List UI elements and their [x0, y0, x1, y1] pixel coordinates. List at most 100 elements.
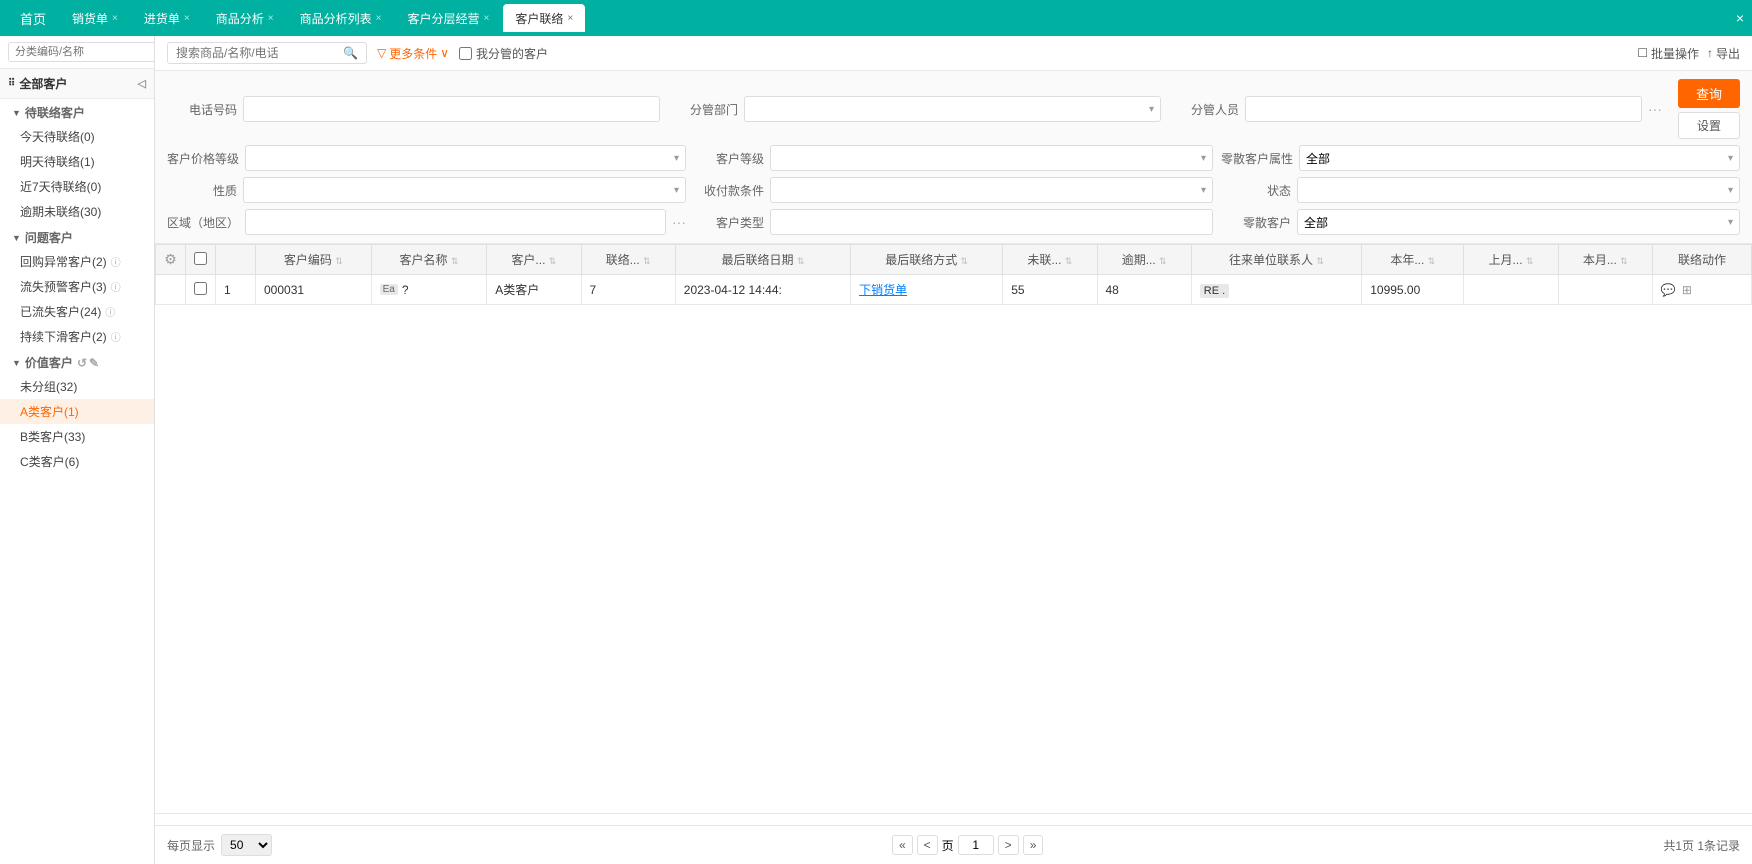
row-checkbox[interactable] — [186, 275, 216, 305]
col-no-contact-header[interactable]: 未联... ⇅ — [1003, 245, 1097, 275]
nav-tab-sales[interactable]: 销货单 × — [60, 4, 130, 32]
col-code-header[interactable]: 客户编码 ⇅ — [256, 245, 372, 275]
my-customer-check[interactable] — [459, 47, 472, 60]
sidebar-item-churn-warning[interactable]: 流失预警客户(3) ⓘ — [0, 274, 154, 299]
sidebar-item-7days[interactable]: 近7天待联络(0) — [0, 174, 154, 199]
section-problem[interactable]: ▼ 问题客户 — [0, 224, 154, 249]
nav-tab-product-list[interactable]: 商品分析列表 × — [288, 4, 394, 32]
name-suffix: ? — [402, 283, 409, 297]
row-check[interactable] — [194, 282, 207, 295]
filter-person-label: 分管人员 — [1169, 101, 1239, 118]
export-button[interactable]: ↑ 导出 — [1707, 45, 1740, 62]
col-action-header: 联络动作 — [1652, 245, 1751, 275]
nav-tab-purchase[interactable]: 进货单 × — [132, 4, 202, 32]
col-checkbox-header[interactable] — [186, 245, 216, 275]
filter-customer-level-label: 客户等级 — [694, 150, 764, 167]
page-number-input[interactable] — [958, 835, 994, 855]
col-name-header[interactable]: 客户名称 ⇅ — [371, 245, 487, 275]
col-this-month-header[interactable]: 本月... ⇅ — [1558, 245, 1652, 275]
filter-person-input[interactable] — [1245, 96, 1642, 122]
gear-icon[interactable]: ⚙ — [164, 251, 177, 267]
search-icon-main[interactable]: 🔍 — [343, 46, 358, 60]
sidebar-item-overdue[interactable]: 逾期未联络(30) — [0, 199, 154, 224]
search-box: 🔍 — [167, 42, 367, 64]
nav-home[interactable]: 首页 — [8, 4, 58, 32]
filter-nature: 性质 ▾ — [167, 177, 686, 203]
sidebar-item-ungraded[interactable]: 未分组(32) — [0, 374, 154, 399]
my-customer-checkbox[interactable]: 我分管的客户 — [459, 45, 548, 62]
close-product-analysis-tab[interactable]: × — [268, 13, 274, 24]
main-search-input[interactable] — [176, 46, 339, 60]
sidebar-item-tomorrow[interactable]: 明天待联络(1) — [0, 149, 154, 174]
more-filter-button[interactable]: ▽ 更多条件 ∨ — [377, 45, 449, 62]
info-icon-3: ⓘ — [105, 304, 115, 319]
filter-region-input[interactable] — [245, 209, 666, 235]
col-contact-header[interactable]: 联络... ⇅ — [581, 245, 675, 275]
all-customers-header[interactable]: ⠿ 全部客户 ◁ — [0, 69, 154, 99]
name-tag: Ea — [380, 284, 398, 295]
batch-operation-button[interactable]: ☐ 批量操作 — [1637, 45, 1699, 62]
col-last-date-header[interactable]: 最后联络日期 ⇅ — [675, 245, 850, 275]
fold-icon[interactable]: ◁ — [138, 77, 146, 90]
expand-triangle-3: ▼ — [12, 358, 21, 368]
section-pending[interactable]: ▼ 待联络客户 — [0, 99, 154, 124]
sidebar-item-b-class[interactable]: B类客户(33) — [0, 424, 154, 449]
filter-customer-level-select[interactable]: ▾ — [770, 145, 1213, 171]
dots-icon-region[interactable]: ··· — [672, 214, 686, 230]
sidebar-item-c-class[interactable]: C类客户(6) — [0, 449, 154, 474]
filter-phone-input[interactable] — [243, 96, 660, 122]
filter-status-select[interactable]: ▾ — [1297, 177, 1740, 203]
col-overdue-header[interactable]: 逾期... ⇅ — [1097, 245, 1191, 275]
close-purchase-tab[interactable]: × — [184, 13, 190, 24]
col-last-method-header[interactable]: 最后联络方式 ⇅ — [851, 245, 1003, 275]
next-page-button[interactable]: > — [998, 835, 1019, 855]
filter-price-select[interactable]: ▾ — [245, 145, 686, 171]
filter-retail-attr-select[interactable]: 全部 ▾ — [1299, 145, 1740, 171]
sidebar-search-input[interactable] — [8, 42, 155, 62]
col-last-month-header[interactable]: 上月... ⇅ — [1464, 245, 1558, 275]
col-category-header[interactable]: 客户... ⇅ — [487, 245, 581, 275]
close-product-list-tab[interactable]: × — [376, 13, 382, 24]
edit-icon[interactable]: ✎ — [89, 356, 99, 370]
filter-retail-customer-select[interactable]: 全部 ▾ — [1297, 209, 1740, 235]
per-page-select[interactable]: 50 100 200 — [221, 834, 272, 856]
filter-customer-type-label: 客户类型 — [694, 214, 764, 231]
nav-tab-product-analysis[interactable]: 商品分析 × — [204, 4, 286, 32]
refresh-icon[interactable]: ↺ — [77, 356, 87, 370]
section-value[interactable]: ▼ 价值客户 ↺ ✎ — [0, 349, 154, 374]
prev-page-button[interactable]: < — [917, 835, 938, 855]
row-name: Ea ? — [371, 275, 487, 305]
filter-dept-select[interactable]: ▾ — [744, 96, 1161, 122]
sidebar-item-declining[interactable]: 持续下滑客户(2) ⓘ — [0, 324, 154, 349]
last-page-button[interactable]: » — [1023, 835, 1044, 855]
col-gear[interactable]: ⚙ — [156, 245, 186, 275]
filter-region: 区域（地区） ··· — [167, 209, 686, 235]
sidebar-item-churned[interactable]: 已流失客户(24) ⓘ — [0, 299, 154, 324]
filter-customer-type-input[interactable] — [770, 209, 1213, 235]
filter-nature-select[interactable]: ▾ — [243, 177, 686, 203]
nav-tab-customer-segment[interactable]: 客户分层经营 × — [395, 4, 501, 32]
chat-icon[interactable]: 💬 — [1661, 283, 1676, 297]
last-method-link[interactable]: 下销货单 — [859, 283, 907, 297]
row-last-method[interactable]: 下销货单 — [851, 275, 1003, 305]
filter-status: 状态 ▾ — [1221, 177, 1740, 203]
window-close-button[interactable]: × — [1736, 10, 1744, 26]
close-customer-segment-tab[interactable]: × — [483, 13, 489, 24]
dots-icon-person[interactable]: ··· — [1648, 101, 1662, 117]
nav-tab-customer-contact[interactable]: 客户联络 × — [503, 4, 585, 32]
setting-button[interactable]: 设置 — [1678, 112, 1740, 139]
query-button[interactable]: 查询 — [1678, 79, 1740, 108]
col-this-year-header[interactable]: 本年... ⇅ — [1362, 245, 1464, 275]
sidebar-item-abnormal[interactable]: 回购异常客户(2) ⓘ — [0, 249, 154, 274]
filter-payment-select[interactable]: ▾ — [770, 177, 1213, 203]
close-sales-tab[interactable]: × — [112, 13, 118, 24]
sidebar-item-a-class[interactable]: A类客户(1) — [0, 399, 154, 424]
horizontal-scrollbar[interactable] — [155, 813, 1752, 825]
pagination: 每页显示 50 100 200 « < 页 > » 共1页 1条记录 — [155, 825, 1752, 864]
first-page-button[interactable]: « — [892, 835, 913, 855]
qr-icon[interactable]: ⊞ — [1682, 283, 1692, 297]
close-customer-contact-tab[interactable]: × — [567, 13, 573, 24]
col-contacts-header[interactable]: 往来单位联系人 ⇅ — [1191, 245, 1361, 275]
sidebar-item-today[interactable]: 今天待联络(0) — [0, 124, 154, 149]
select-all-checkbox[interactable] — [194, 252, 207, 265]
